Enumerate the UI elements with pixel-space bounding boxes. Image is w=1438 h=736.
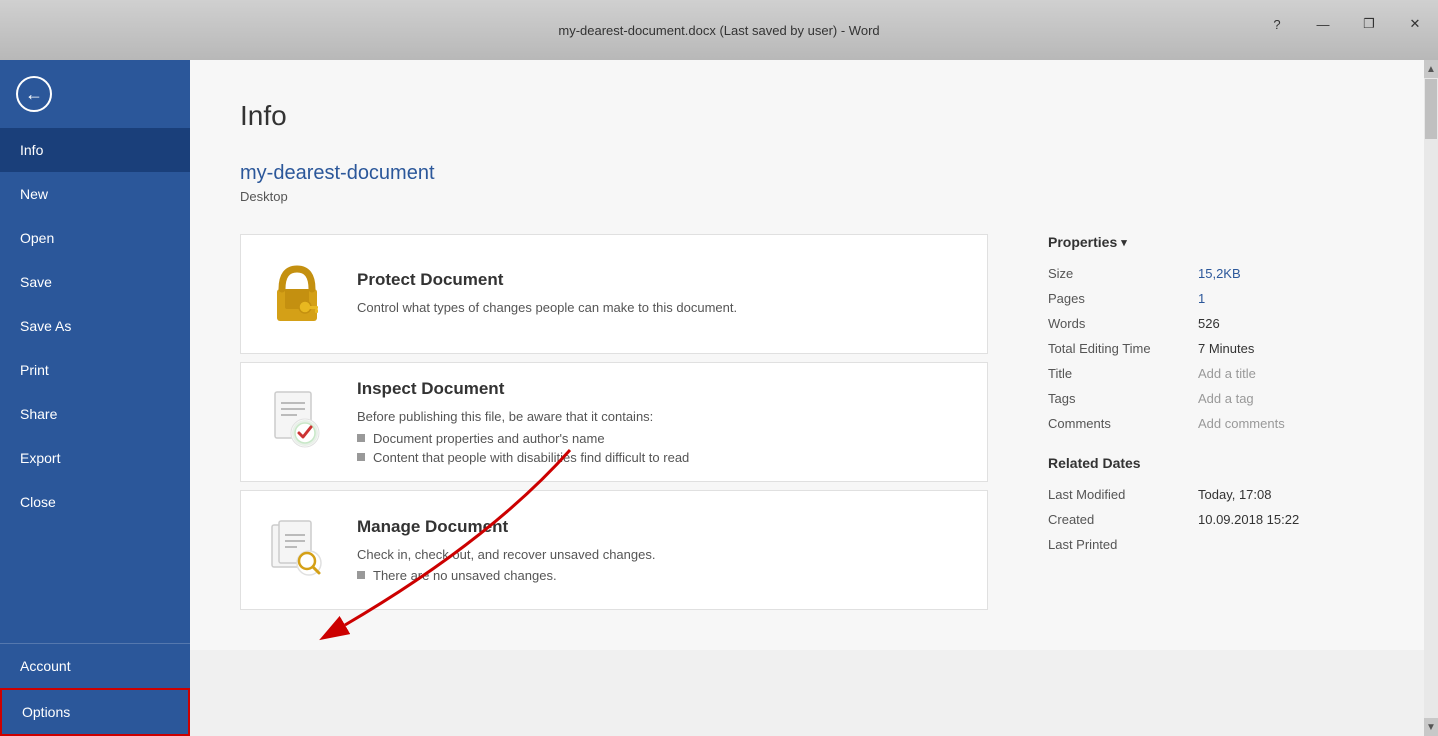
sidebar-item-save-as[interactable]: Save As <box>0 304 190 348</box>
sidebar-item-export[interactable]: Export <box>0 436 190 480</box>
manage-document-desc: Check in, check out, and recover unsaved… <box>357 545 971 565</box>
prop-last-printed: Last Printed <box>1048 537 1388 552</box>
check-for-issues-icon[interactable] <box>257 382 337 462</box>
title-bar: my-dearest-document.docx (Last saved by … <box>0 0 1438 60</box>
close-button[interactable]: ✕ <box>1392 8 1438 40</box>
prop-pages: Pages 1 <box>1048 291 1388 306</box>
help-button[interactable]: ? <box>1254 8 1300 40</box>
sidebar-item-save[interactable]: Save <box>0 260 190 304</box>
app-body: ← Info New Open Save Save As Print Share <box>0 60 1438 736</box>
scroll-down-button[interactable]: ▼ <box>1424 718 1438 736</box>
properties-header[interactable]: Properties <box>1048 234 1388 250</box>
manage-document-text: Manage Document Check in, check out, and… <box>357 517 971 584</box>
restore-button[interactable]: ❐ <box>1346 8 1392 40</box>
sidebar-item-open[interactable]: Open <box>0 216 190 260</box>
scroll-track <box>1424 78 1438 718</box>
window-controls: ? — ❐ ✕ <box>1254 0 1438 60</box>
prop-tags: Tags Add a tag <box>1048 391 1388 406</box>
sidebar-bottom: Account Options <box>0 643 190 736</box>
minimize-button[interactable]: — <box>1300 8 1346 40</box>
protect-document-icon[interactable] <box>257 254 337 334</box>
doc-location: Desktop <box>240 189 1388 204</box>
window-title: my-dearest-document.docx (Last saved by … <box>558 23 879 38</box>
doc-name[interactable]: my-dearest-document <box>240 162 1388 185</box>
manage-document-card: Manage Document Check in, check out, and… <box>240 490 988 610</box>
sidebar-item-new[interactable]: New <box>0 172 190 216</box>
prop-comments: Comments Add comments <box>1048 416 1388 431</box>
manage-bullet-1: There are no unsaved changes. <box>357 568 971 583</box>
inspect-document-title: Inspect Document <box>357 379 971 399</box>
scroll-up-button[interactable]: ▲ <box>1424 60 1438 78</box>
back-button[interactable]: ← <box>0 60 190 128</box>
protect-document-text: Protect Document Control what types of c… <box>357 270 971 318</box>
prop-created: Created 10.09.2018 15:22 <box>1048 512 1388 527</box>
protect-document-card: Protect Document Control what types of c… <box>240 234 988 354</box>
info-sections: Protect Document Control what types of c… <box>240 234 1388 610</box>
prop-editing-time: Total Editing Time 7 Minutes <box>1048 341 1388 356</box>
inspect-document-text: Inspect Document Before publishing this … <box>357 379 971 465</box>
inspect-document-desc: Before publishing this file, be aware th… <box>357 407 971 427</box>
sidebar-item-info[interactable]: Info <box>0 128 190 172</box>
sidebar-item-share[interactable]: Share <box>0 392 190 436</box>
bullet-icon <box>357 571 365 579</box>
page-title: Info <box>240 100 1388 132</box>
bullet-icon <box>357 453 365 461</box>
protect-document-title: Protect Document <box>357 270 971 290</box>
inspect-document-card: Inspect Document Before publishing this … <box>240 362 988 482</box>
sidebar-nav: Info New Open Save Save As Print Share E… <box>0 128 190 643</box>
prop-size: Size 15,2KB <box>1048 266 1388 281</box>
sidebar-item-options[interactable]: Options <box>0 688 190 736</box>
related-dates-header: Related Dates <box>1048 455 1388 471</box>
prop-last-modified: Last Modified Today, 17:08 <box>1048 487 1388 502</box>
prop-words: Words 526 <box>1048 316 1388 331</box>
sidebar-item-account[interactable]: Account <box>0 644 190 688</box>
scrollbar[interactable]: ▲ ▼ <box>1424 60 1438 736</box>
main-content: Info my-dearest-document Desktop <box>190 60 1438 650</box>
sidebar-item-close[interactable]: Close <box>0 480 190 524</box>
scroll-thumb[interactable] <box>1425 79 1437 139</box>
sidebar-item-print[interactable]: Print <box>0 348 190 392</box>
prop-title: Title Add a title <box>1048 366 1388 381</box>
sidebar: ← Info New Open Save Save As Print Share <box>0 60 190 736</box>
manage-document-title: Manage Document <box>357 517 971 537</box>
related-dates: Related Dates Last Modified Today, 17:08… <box>1048 455 1388 552</box>
manage-document-icon[interactable] <box>257 510 337 590</box>
bullet-icon <box>357 434 365 442</box>
info-cards: Protect Document Control what types of c… <box>240 234 988 610</box>
protect-document-desc: Control what types of changes people can… <box>357 298 971 318</box>
back-arrow-icon: ← <box>16 76 52 112</box>
properties-panel: Properties Size 15,2KB Pages 1 Words 526 <box>1048 234 1388 610</box>
inspect-bullet-2: Content that people with disabilities fi… <box>357 450 971 465</box>
inspect-bullet-1: Document properties and author's name <box>357 431 971 446</box>
